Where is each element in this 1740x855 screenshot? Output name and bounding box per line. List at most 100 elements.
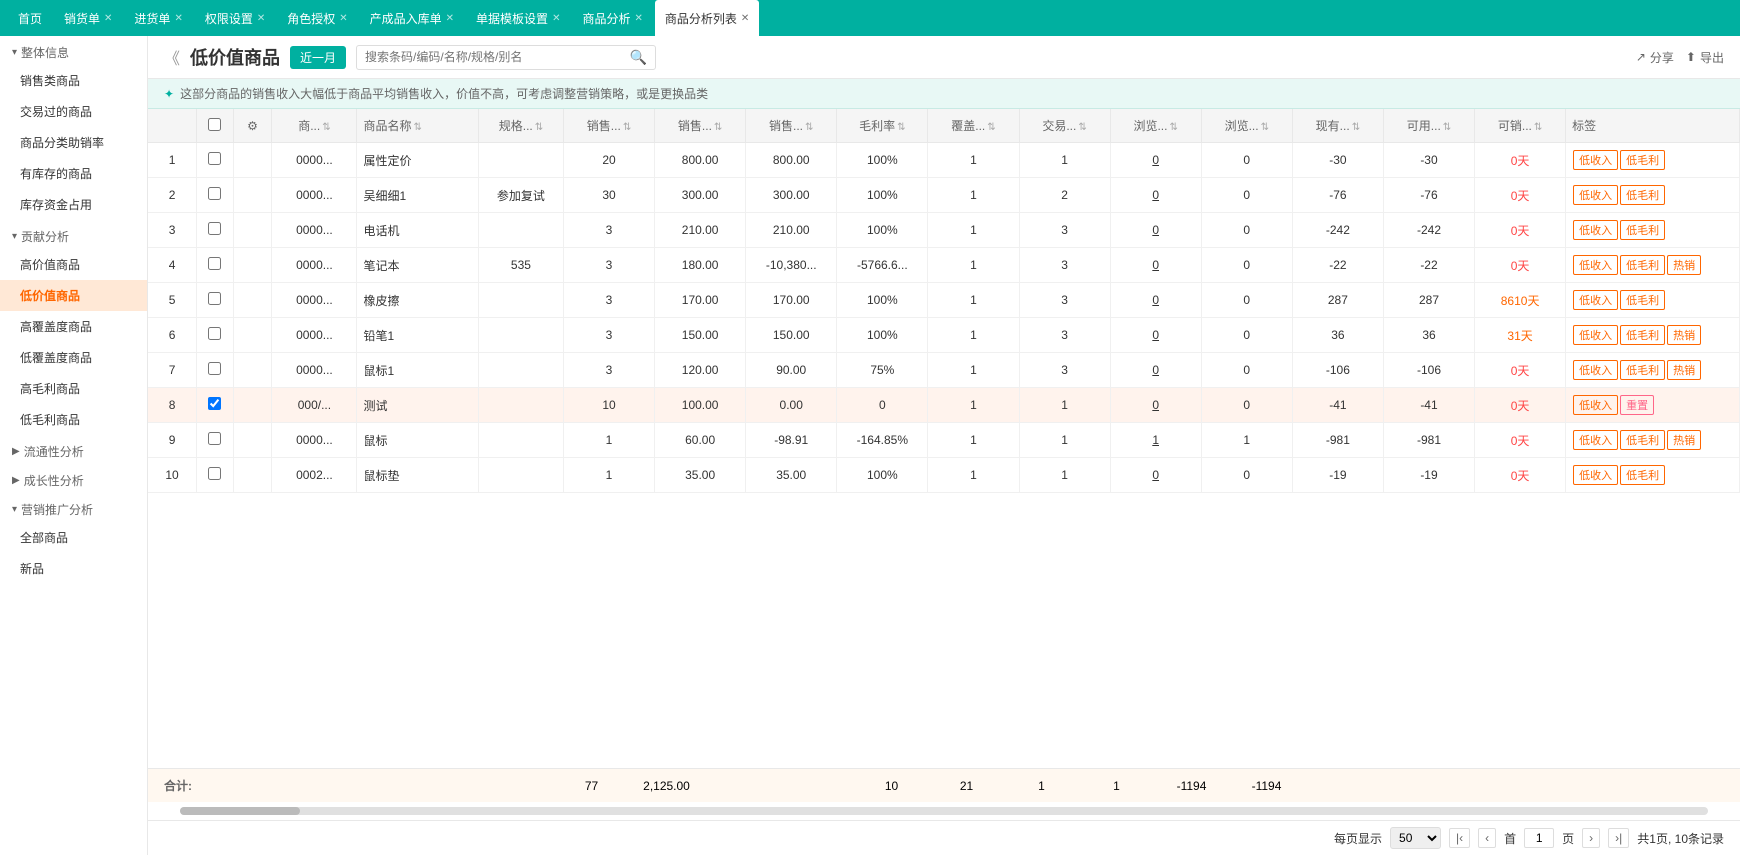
browse1-link[interactable]: 0 xyxy=(1152,293,1159,307)
sidebar-group-contribution[interactable]: ▾ 贡献分析 xyxy=(0,220,147,249)
search-icon[interactable]: 🔍 xyxy=(630,49,647,66)
export-button[interactable]: ⬆ 导出 xyxy=(1686,49,1724,66)
sidebar-item-high-margin[interactable]: 高毛利商品 xyxy=(0,373,147,404)
row-checkbox-cell[interactable] xyxy=(197,283,233,318)
row-checkbox-cell[interactable] xyxy=(197,458,233,493)
row-gear-cell[interactable] xyxy=(233,213,272,248)
nav-product-analysis-close[interactable]: ✕ xyxy=(634,13,642,24)
browse1-link[interactable]: 0 xyxy=(1152,188,1159,202)
row-browse1[interactable]: 0 xyxy=(1110,353,1201,388)
row-checkbox-cell[interactable] xyxy=(197,318,233,353)
row-checkbox[interactable] xyxy=(208,152,221,165)
row-gear-cell[interactable] xyxy=(233,283,272,318)
nav-roles[interactable]: 角色授权 ✕ xyxy=(277,0,357,36)
row-checkbox-cell[interactable] xyxy=(197,213,233,248)
browse1-link[interactable]: 1 xyxy=(1152,433,1159,447)
row-checkbox[interactable] xyxy=(208,222,221,235)
nav-product-analysis-list-close[interactable]: ✕ xyxy=(741,13,749,24)
first-page-button[interactable]: |‹ xyxy=(1449,828,1470,848)
th-check[interactable] xyxy=(197,109,233,143)
nav-permissions-close[interactable]: ✕ xyxy=(257,13,265,24)
sidebar-item-stocked-products[interactable]: 有库存的商品 xyxy=(0,158,147,189)
row-checkbox-cell[interactable] xyxy=(197,388,233,423)
row-browse1[interactable]: 0 xyxy=(1110,143,1201,178)
row-browse1[interactable]: 1 xyxy=(1110,423,1201,458)
row-browse1[interactable]: 0 xyxy=(1110,283,1201,318)
browse1-link[interactable]: 0 xyxy=(1152,398,1159,412)
nav-product-analysis-list[interactable]: 商品分析列表 ✕ xyxy=(655,0,759,36)
nav-purchase[interactable]: 进货单 ✕ xyxy=(124,0,192,36)
scrollbar-track[interactable] xyxy=(180,807,1708,815)
sidebar-group-marketing[interactable]: ▾ 营销推广分析 xyxy=(0,493,147,522)
select-all-checkbox[interactable] xyxy=(208,118,221,131)
row-checkbox[interactable] xyxy=(208,362,221,375)
row-browse1[interactable]: 0 xyxy=(1110,318,1201,353)
sidebar-item-category-rate[interactable]: 商品分类助销率 xyxy=(0,127,147,158)
share-button[interactable]: ↗ 分享 xyxy=(1636,49,1674,66)
browse1-link[interactable]: 0 xyxy=(1152,328,1159,342)
row-checkbox[interactable] xyxy=(208,292,221,305)
sidebar-item-low-value[interactable]: 低价值商品 xyxy=(0,280,147,311)
row-gear-cell[interactable] xyxy=(233,143,272,178)
nav-product-analysis[interactable]: 商品分析 ✕ xyxy=(572,0,652,36)
next-page-button[interactable]: › xyxy=(1582,828,1600,848)
sidebar-collapse-btn[interactable]: 《 xyxy=(164,45,180,69)
row-gear-cell[interactable] xyxy=(233,353,272,388)
sidebar-item-all-products[interactable]: 全部商品 xyxy=(0,522,147,553)
nav-purchase-close[interactable]: ✕ xyxy=(174,13,182,24)
sidebar-item-high-coverage[interactable]: 高覆盖度商品 xyxy=(0,311,147,342)
row-browse1[interactable]: 0 xyxy=(1110,458,1201,493)
sidebar-item-low-margin[interactable]: 低毛利商品 xyxy=(0,404,147,435)
row-checkbox-cell[interactable] xyxy=(197,248,233,283)
nav-permissions[interactable]: 权限设置 ✕ xyxy=(195,0,275,36)
row-browse1[interactable]: 0 xyxy=(1110,213,1201,248)
time-filter-button[interactable]: 近一月 xyxy=(290,46,346,69)
th-gear[interactable]: ⚙ xyxy=(233,109,272,143)
row-browse1[interactable]: 0 xyxy=(1110,178,1201,213)
nav-product-warehouse-close[interactable]: ✕ xyxy=(446,13,454,24)
row-checkbox[interactable] xyxy=(208,187,221,200)
browse1-link[interactable]: 0 xyxy=(1152,363,1159,377)
search-input[interactable] xyxy=(365,50,626,64)
row-checkbox-cell[interactable] xyxy=(197,178,233,213)
browse1-link[interactable]: 0 xyxy=(1152,153,1159,167)
last-page-button[interactable]: ›| xyxy=(1608,828,1629,848)
nav-template[interactable]: 单据模板设置 ✕ xyxy=(466,0,570,36)
row-checkbox-cell[interactable] xyxy=(197,353,233,388)
row-browse1[interactable]: 0 xyxy=(1110,388,1201,423)
sidebar-item-high-value[interactable]: 高价值商品 xyxy=(0,249,147,280)
sidebar-item-low-coverage[interactable]: 低覆盖度商品 xyxy=(0,342,147,373)
row-checkbox[interactable] xyxy=(208,467,221,480)
browse1-link[interactable]: 0 xyxy=(1152,468,1159,482)
row-browse1[interactable]: 0 xyxy=(1110,248,1201,283)
row-gear-cell[interactable] xyxy=(233,178,272,213)
row-gear-cell[interactable] xyxy=(233,458,272,493)
scrollbar-thumb[interactable] xyxy=(180,807,300,815)
sidebar-item-new-products[interactable]: 新品 xyxy=(0,553,147,584)
row-checkbox[interactable] xyxy=(208,257,221,270)
page-size-select[interactable]: 50 100 200 xyxy=(1390,827,1441,849)
nav-product-warehouse[interactable]: 产成品入库单 ✕ xyxy=(360,0,464,36)
row-gear-cell[interactable] xyxy=(233,248,272,283)
row-checkbox[interactable] xyxy=(208,327,221,340)
sidebar-item-capital-usage[interactable]: 库存资金占用 xyxy=(0,189,147,220)
prev-page-button[interactable]: ‹ xyxy=(1478,828,1496,848)
nav-sales-close[interactable]: ✕ xyxy=(104,13,112,24)
gear-icon[interactable]: ⚙ xyxy=(247,119,258,133)
sidebar-item-traded-products[interactable]: 交易过的商品 xyxy=(0,96,147,127)
page-input[interactable] xyxy=(1524,828,1554,848)
nav-home[interactable]: 首页 xyxy=(8,0,52,36)
row-checkbox[interactable] xyxy=(208,397,221,410)
nav-template-close[interactable]: ✕ xyxy=(552,13,560,24)
browse1-link[interactable]: 0 xyxy=(1152,258,1159,272)
row-checkbox-cell[interactable] xyxy=(197,143,233,178)
sidebar-group-circulation[interactable]: ▶ 流通性分析 xyxy=(0,435,147,464)
sidebar-group-growth[interactable]: ▶ 成长性分析 xyxy=(0,464,147,493)
row-checkbox[interactable] xyxy=(208,432,221,445)
table-container[interactable]: ⚙ 商...⇅ 商品名称⇅ 规格...⇅ 销售...⇅ 销售...⇅ 销售...… xyxy=(148,109,1740,768)
nav-sales[interactable]: 销货单 ✕ xyxy=(54,0,122,36)
row-gear-cell[interactable] xyxy=(233,423,272,458)
browse1-link[interactable]: 0 xyxy=(1152,223,1159,237)
row-gear-cell[interactable] xyxy=(233,318,272,353)
nav-roles-close[interactable]: ✕ xyxy=(339,13,347,24)
